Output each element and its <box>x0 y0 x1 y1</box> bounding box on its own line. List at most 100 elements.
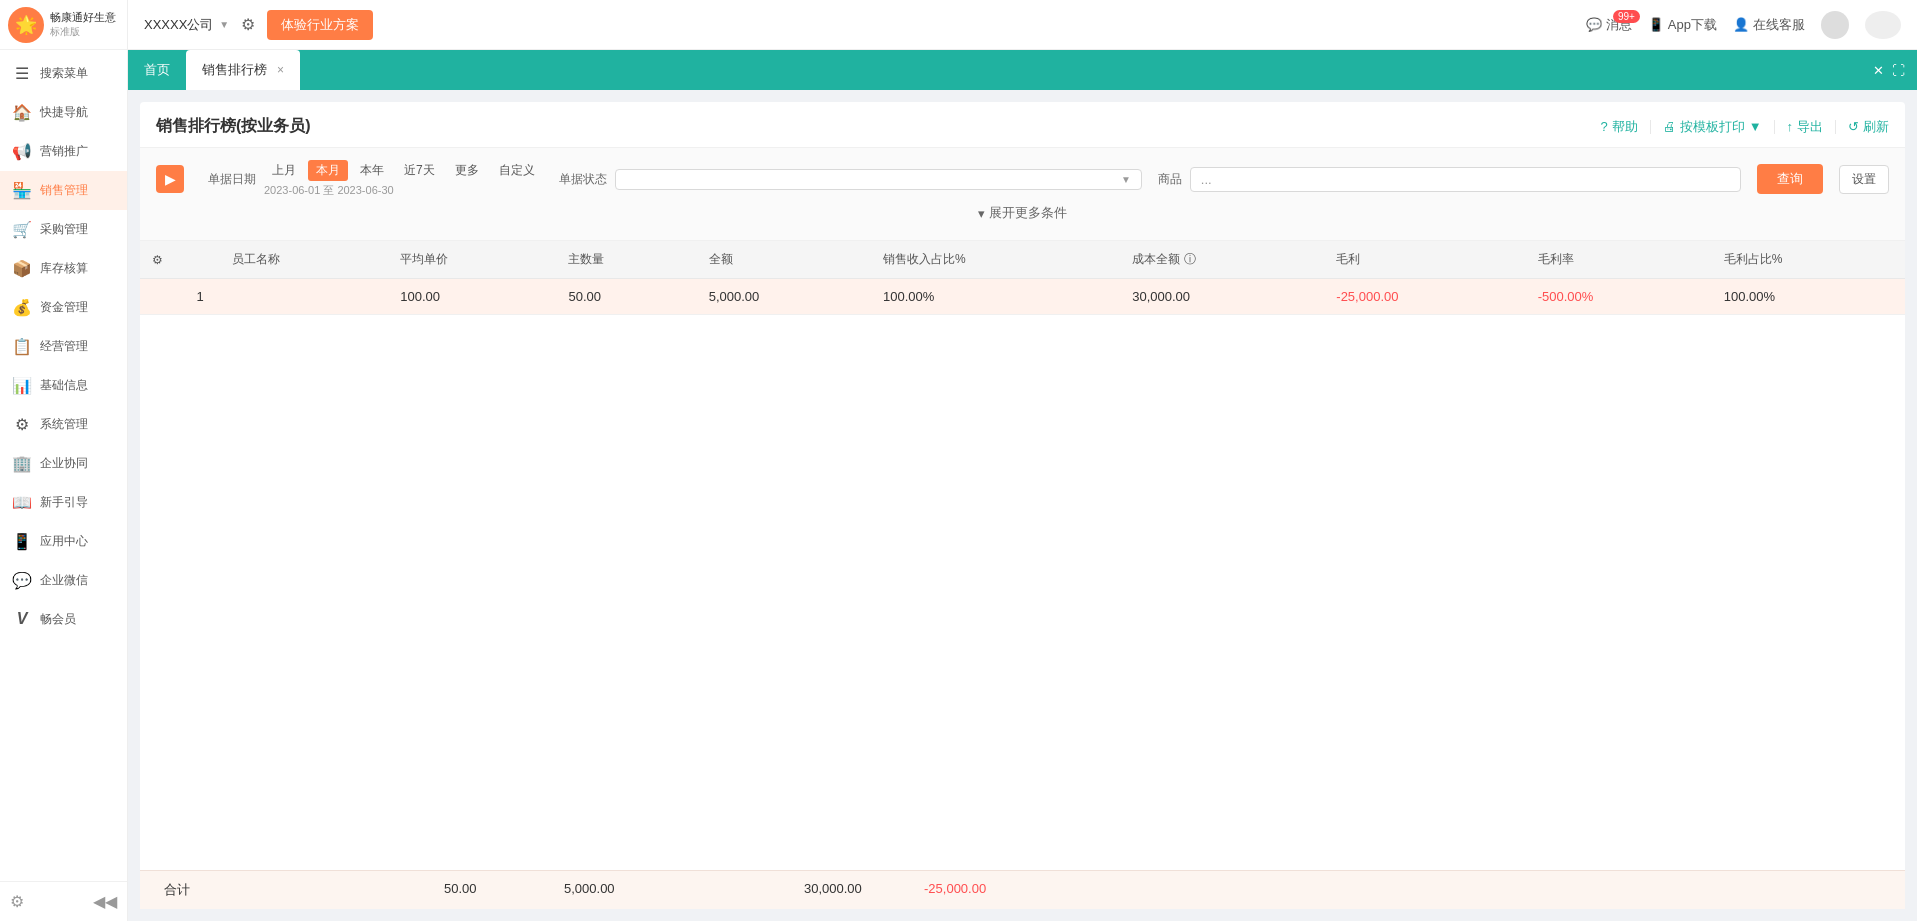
goods-label: 商品 <box>1158 171 1182 188</box>
sidebar-item-label: 快捷导航 <box>40 104 88 121</box>
tab-home[interactable]: 首页 <box>128 50 186 90</box>
guide-icon: 📖 <box>12 493 32 512</box>
print-label: 按模板打印 <box>1680 118 1745 136</box>
member-icon: V <box>12 610 32 628</box>
tab-sales-ranking-label: 销售排行榜 <box>202 61 267 79</box>
print-btn[interactable]: 🖨 按模板打印 ▼ <box>1663 118 1762 136</box>
col-rank <box>180 241 220 279</box>
page-title: 销售排行榜(按业务员) <box>156 116 311 137</box>
help-label: 帮助 <box>1612 118 1638 136</box>
row-cost: 30,000.00 <box>1120 279 1324 315</box>
table-footer: 合计 50.00 5,000.00 30,000.00 -25,000.00 <box>140 870 1905 909</box>
sidebar-item-marketing[interactable]: 📢 营销推广 <box>0 132 127 171</box>
tabs-right-actions: ✕ ⛶ <box>1873 63 1917 78</box>
data-table: ⚙ 员工名称 平均单价 主数量 全额 销售收入占比% 成本全额 ⓘ 毛利 毛利率… <box>140 241 1905 315</box>
tab-sales-ranking[interactable]: 销售排行榜 × <box>186 50 300 90</box>
status-select-arrow: ▼ <box>1121 174 1131 185</box>
status-label: 单据状态 <box>559 171 607 188</box>
goods-filter: 商品 ... <box>1158 167 1741 192</box>
sidebar-item-system[interactable]: ⚙ 系统管理 <box>0 405 127 444</box>
company-dropdown-arrow: ▼ <box>219 19 229 30</box>
date-tabs: 上月 本月 本年 近7天 更多 自定义 <box>264 160 543 181</box>
date-filter: 单据日期 上月 本月 本年 近7天 更多 自定义 2023-06-01 至 20… <box>208 160 543 198</box>
filter-settings-btn[interactable]: 设置 <box>1839 165 1889 194</box>
date-tab-custom[interactable]: 自定义 <box>491 160 543 181</box>
sidebar-item-member[interactable]: V 畅会员 <box>0 600 127 638</box>
service-label: 在线客服 <box>1753 16 1805 34</box>
sidebar-item-wechat[interactable]: 💬 企业微信 <box>0 561 127 600</box>
goods-input[interactable]: ... <box>1190 167 1741 192</box>
col-settings[interactable]: ⚙ <box>140 241 180 279</box>
sidebar-item-label: 企业协同 <box>40 455 88 472</box>
filter-toggle-btn[interactable]: ▶ <box>156 165 184 193</box>
row-name <box>220 279 388 315</box>
status-filter: 单据状态 ▼ <box>559 169 1142 190</box>
table-row: 1 100.00 50.00 5,000.00 100.00% 30,000.0… <box>140 279 1905 315</box>
industry-btn[interactable]: 体验行业方案 <box>267 10 373 40</box>
sidebar-item-app-center[interactable]: 📱 应用中心 <box>0 522 127 561</box>
service-btn[interactable]: 👤 在线客服 <box>1733 16 1805 34</box>
topbar-settings-icon[interactable]: ⚙ <box>241 15 255 34</box>
goods-more-icon: ... <box>1201 172 1212 187</box>
date-tab-this-month[interactable]: 本月 <box>308 160 348 181</box>
expand-row: ▾ 展开更多条件 <box>156 198 1889 228</box>
export-label: 导出 <box>1797 118 1823 136</box>
page-header: 销售排行榜(按业务员) ? 帮助 🖨 按模板打印 ▼ ↑ <box>140 102 1905 148</box>
company-selector[interactable]: XXXXX公司 ▼ <box>144 16 229 34</box>
col-name: 员工名称 <box>220 241 388 279</box>
sidebar-item-operations[interactable]: 📋 经营管理 <box>0 327 127 366</box>
sidebar-item-finance[interactable]: 💰 资金管理 <box>0 288 127 327</box>
date-tab-last-month[interactable]: 上月 <box>264 160 304 181</box>
query-btn[interactable]: 查询 <box>1757 164 1823 194</box>
col-gross-rate: 毛利率 <box>1526 241 1712 279</box>
content-inner: 销售排行榜(按业务员) ? 帮助 🖨 按模板打印 ▼ ↑ <box>140 102 1905 909</box>
purchase-icon: 🛒 <box>12 220 32 239</box>
maximize-icon[interactable]: ⛶ <box>1892 63 1905 78</box>
content-area: 销售排行榜(按业务员) ? 帮助 🖨 按模板打印 ▼ ↑ <box>128 90 1917 921</box>
refresh-icon: ↺ <box>1848 119 1859 134</box>
footer-qty: 50.00 <box>432 881 552 899</box>
refresh-btn[interactable]: ↺ 刷新 <box>1848 118 1889 136</box>
logo-sub: 标准版 <box>50 25 116 39</box>
row-gross-rate: -500.00% <box>1526 279 1712 315</box>
close-window-icon[interactable]: ✕ <box>1873 63 1884 78</box>
sidebar-item-label: 新手引导 <box>40 494 88 511</box>
sidebar-item-label: 基础信息 <box>40 377 88 394</box>
footer-amount: 5,000.00 <box>552 881 672 899</box>
wechat-icon: 💬 <box>12 571 32 590</box>
status-select[interactable]: ▼ <box>615 169 1142 190</box>
main-area: XXXXX公司 ▼ ⚙ 体验行业方案 💬 消息 99+ 📱 App下载 👤 在线… <box>128 0 1917 921</box>
app-download-btn[interactable]: 📱 App下载 <box>1648 16 1717 34</box>
service-icon: 👤 <box>1733 17 1749 32</box>
export-btn[interactable]: ↑ 导出 <box>1787 118 1824 136</box>
sidebar-item-enterprise[interactable]: 🏢 企业协同 <box>0 444 127 483</box>
tab-close-icon[interactable]: × <box>277 63 284 77</box>
sidebar: 🌟 畅康通好生意 标准版 ☰ 搜索菜单 🏠 快捷导航 📢 营销推广 🏪 销售管理… <box>0 0 128 921</box>
sidebar-item-inventory[interactable]: 📦 库存核算 <box>0 249 127 288</box>
sidebar-item-basic-info[interactable]: 📊 基础信息 <box>0 366 127 405</box>
date-tab-7days[interactable]: 近7天 <box>396 160 443 181</box>
sidebar-bottom: ⚙ ◀◀ <box>0 881 127 921</box>
settings-bottom-icon[interactable]: ⚙ <box>10 892 24 911</box>
message-btn[interactable]: 💬 消息 99+ <box>1586 16 1632 34</box>
date-tab-this-year[interactable]: 本年 <box>352 160 392 181</box>
help-btn[interactable]: ? 帮助 <box>1600 118 1637 136</box>
sidebar-item-sales[interactable]: 🏪 销售管理 <box>0 171 127 210</box>
inventory-icon: 📦 <box>12 259 32 278</box>
sidebar-item-label: 库存核算 <box>40 260 88 277</box>
sidebar-item-quick-nav[interactable]: 🏠 快捷导航 <box>0 93 127 132</box>
app-download-label: App下载 <box>1668 16 1717 34</box>
home-icon: 🏠 <box>12 103 32 122</box>
sidebar-nav: ☰ 搜索菜单 🏠 快捷导航 📢 营销推广 🏪 销售管理 🛒 采购管理 📦 库存核… <box>0 50 127 881</box>
marketing-icon: 📢 <box>12 142 32 161</box>
collapse-icon[interactable]: ◀◀ <box>93 892 117 911</box>
avatar[interactable] <box>1821 11 1849 39</box>
sidebar-item-purchase[interactable]: 🛒 采购管理 <box>0 210 127 249</box>
sidebar-item-label: 搜索菜单 <box>40 65 88 82</box>
sidebar-item-search[interactable]: ☰ 搜索菜单 <box>0 54 127 93</box>
row-settings <box>140 279 180 315</box>
sidebar-item-guide[interactable]: 📖 新手引导 <box>0 483 127 522</box>
date-tab-more[interactable]: 更多 <box>447 160 487 181</box>
expand-conditions-btn[interactable]: ▾ 展开更多条件 <box>978 204 1067 222</box>
sidebar-item-label: 畅会员 <box>40 611 76 628</box>
